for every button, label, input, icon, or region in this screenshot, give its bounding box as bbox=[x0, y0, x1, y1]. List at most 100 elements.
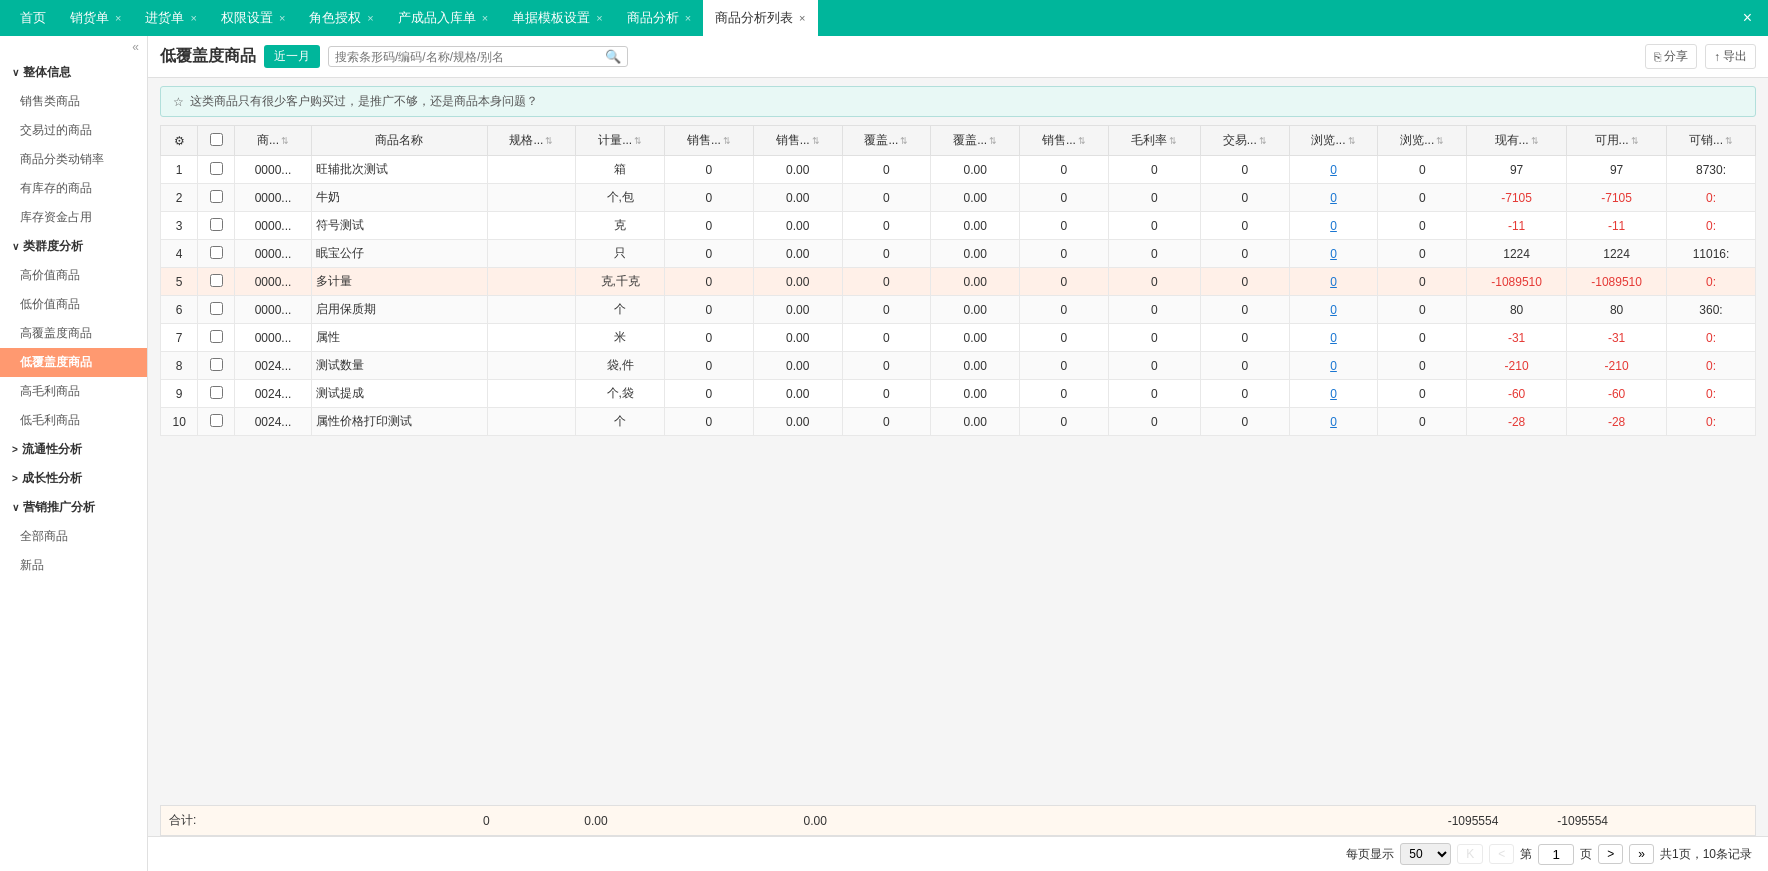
sidebar-section-marketing[interactable]: ∨营销推广分析 bbox=[0, 493, 147, 522]
nav-templates-close[interactable]: × bbox=[596, 12, 602, 24]
prev-page-btn[interactable]: < bbox=[1489, 844, 1514, 864]
window-close-icon[interactable]: × bbox=[1735, 9, 1760, 27]
first-page-btn[interactable]: K bbox=[1457, 844, 1483, 864]
nav-roles-close[interactable]: × bbox=[367, 12, 373, 24]
select-all-checkbox[interactable] bbox=[210, 133, 223, 146]
row-checkbox[interactable] bbox=[210, 414, 223, 427]
nav-analysis-close[interactable]: × bbox=[685, 12, 691, 24]
nav-permissions-close[interactable]: × bbox=[279, 12, 285, 24]
col-view2[interactable]: 浏览...⇅ bbox=[1378, 126, 1467, 156]
row-checkbox[interactable] bbox=[210, 358, 223, 371]
sidebar-item-all-goods[interactable]: 全部商品 bbox=[0, 522, 147, 551]
last-page-btn[interactable]: » bbox=[1629, 844, 1654, 864]
search-icon[interactable]: 🔍 bbox=[605, 49, 621, 64]
cell-checkbox[interactable] bbox=[198, 324, 235, 352]
sidebar-section-cluster[interactable]: ∨类群度分析 bbox=[0, 232, 147, 261]
cell-view1[interactable]: 0 bbox=[1289, 352, 1378, 380]
col-sales1[interactable]: 销售...⇅ bbox=[665, 126, 754, 156]
sidebar-item-new-goods[interactable]: 新品 bbox=[0, 551, 147, 580]
sidebar-item-low-value[interactable]: 低价值商品 bbox=[0, 290, 147, 319]
col-sales3[interactable]: 销售...⇅ bbox=[1020, 126, 1109, 156]
cell-checkbox[interactable] bbox=[198, 240, 235, 268]
col-cover2[interactable]: 覆盖...⇅ bbox=[931, 126, 1020, 156]
nav-analysis-list-close[interactable]: × bbox=[799, 12, 805, 24]
sidebar-item-stock-capital[interactable]: 库存资金占用 bbox=[0, 203, 147, 232]
sidebar-section-liquidity[interactable]: >流通性分析 bbox=[0, 435, 147, 464]
col-spec[interactable]: 规格...⇅ bbox=[487, 126, 576, 156]
sidebar-item-low-margin[interactable]: 低毛利商品 bbox=[0, 406, 147, 435]
sidebar-item-traded-goods[interactable]: 交易过的商品 bbox=[0, 116, 147, 145]
cell-view1[interactable]: 0 bbox=[1289, 324, 1378, 352]
sidebar-item-stocked-goods[interactable]: 有库存的商品 bbox=[0, 174, 147, 203]
nav-permissions[interactable]: 权限设置 × bbox=[209, 0, 297, 36]
row-checkbox[interactable] bbox=[210, 190, 223, 203]
nav-sales-close[interactable]: × bbox=[115, 12, 121, 24]
sidebar-collapse-btn[interactable]: « bbox=[0, 36, 147, 58]
table-wrapper[interactable]: ⚙ 商...⇅ 商品名称 规格...⇅ 计量...⇅ 销售...⇅ 销售...⇅… bbox=[160, 125, 1756, 805]
col-name[interactable]: 商品名称 bbox=[311, 126, 487, 156]
sidebar-item-high-value[interactable]: 高价值商品 bbox=[0, 261, 147, 290]
share-button[interactable]: ⎘ 分享 bbox=[1645, 44, 1697, 69]
col-view1[interactable]: 浏览...⇅ bbox=[1289, 126, 1378, 156]
export-button[interactable]: ↑ 导出 bbox=[1705, 44, 1756, 69]
cell-checkbox[interactable] bbox=[198, 184, 235, 212]
per-page-select[interactable]: 20 50 100 bbox=[1400, 843, 1451, 865]
nav-products[interactable]: 产成品入库单 × bbox=[386, 0, 500, 36]
sidebar-item-high-margin[interactable]: 高毛利商品 bbox=[0, 377, 147, 406]
cell-checkbox[interactable] bbox=[198, 408, 235, 436]
nav-products-close[interactable]: × bbox=[482, 12, 488, 24]
cell-view1[interactable]: 0 bbox=[1289, 408, 1378, 436]
row-checkbox[interactable] bbox=[210, 246, 223, 259]
nav-sales[interactable]: 销货单 × bbox=[58, 0, 133, 36]
sidebar-item-high-coverage[interactable]: 高覆盖度商品 bbox=[0, 319, 147, 348]
page-number-input[interactable] bbox=[1538, 844, 1574, 865]
row-checkbox[interactable] bbox=[210, 162, 223, 175]
col-trade[interactable]: 交易...⇅ bbox=[1200, 126, 1289, 156]
cell-view1[interactable]: 0 bbox=[1289, 268, 1378, 296]
time-filter-button[interactable]: 近一月 bbox=[264, 45, 320, 68]
cell-checkbox[interactable] bbox=[198, 212, 235, 240]
nav-analysis-list[interactable]: 商品分析列表 × bbox=[703, 0, 817, 36]
cell-checkbox[interactable] bbox=[198, 156, 235, 184]
col-stock1[interactable]: 现有...⇅ bbox=[1467, 126, 1567, 156]
sidebar-section-overview[interactable]: ∨整体信息 bbox=[0, 58, 147, 87]
cell-view1[interactable]: 0 bbox=[1289, 240, 1378, 268]
cell-view1[interactable]: 0 bbox=[1289, 184, 1378, 212]
search-input[interactable] bbox=[335, 50, 605, 64]
row-checkbox[interactable] bbox=[210, 302, 223, 315]
col-cover1[interactable]: 覆盖...⇅ bbox=[842, 126, 931, 156]
row-checkbox[interactable] bbox=[210, 218, 223, 231]
table-row: 3 0000... 符号测试 克 0 0.00 0 0.00 0 0 0 0 0… bbox=[161, 212, 1756, 240]
cell-checkbox[interactable] bbox=[198, 352, 235, 380]
col-stock2[interactable]: 可用...⇅ bbox=[1567, 126, 1667, 156]
row-checkbox[interactable] bbox=[210, 386, 223, 399]
nav-templates[interactable]: 单据模板设置 × bbox=[500, 0, 614, 36]
sidebar-item-category-rate[interactable]: 商品分类动销率 bbox=[0, 145, 147, 174]
cell-view1[interactable]: 0 bbox=[1289, 156, 1378, 184]
nav-roles[interactable]: 角色授权 × bbox=[297, 0, 385, 36]
cell-checkbox[interactable] bbox=[198, 296, 235, 324]
cell-checkbox[interactable] bbox=[198, 380, 235, 408]
cell-view2: 0 bbox=[1378, 240, 1467, 268]
sidebar-section-growth[interactable]: >成长性分析 bbox=[0, 464, 147, 493]
col-settings[interactable]: ⚙ bbox=[161, 126, 198, 156]
nav-purchase-close[interactable]: × bbox=[190, 12, 196, 24]
nav-purchase[interactable]: 进货单 × bbox=[133, 0, 208, 36]
col-checkbox[interactable] bbox=[198, 126, 235, 156]
col-margin[interactable]: 毛利率⇅ bbox=[1108, 126, 1200, 156]
sidebar-item-sales-goods[interactable]: 销售类商品 bbox=[0, 87, 147, 116]
col-sales2[interactable]: 销售...⇅ bbox=[753, 126, 842, 156]
cell-view1[interactable]: 0 bbox=[1289, 296, 1378, 324]
sidebar-item-low-coverage[interactable]: 低覆盖度商品 bbox=[0, 348, 147, 377]
nav-home[interactable]: 首页 bbox=[8, 0, 58, 36]
cell-view1[interactable]: 0 bbox=[1289, 212, 1378, 240]
col-unit[interactable]: 计量...⇅ bbox=[576, 126, 665, 156]
row-checkbox[interactable] bbox=[210, 274, 223, 287]
col-code[interactable]: 商...⇅ bbox=[235, 126, 312, 156]
cell-view1[interactable]: 0 bbox=[1289, 380, 1378, 408]
cell-checkbox[interactable] bbox=[198, 268, 235, 296]
col-stock3[interactable]: 可销...⇅ bbox=[1667, 126, 1756, 156]
next-page-btn[interactable]: > bbox=[1598, 844, 1623, 864]
row-checkbox[interactable] bbox=[210, 330, 223, 343]
nav-analysis[interactable]: 商品分析 × bbox=[615, 0, 703, 36]
